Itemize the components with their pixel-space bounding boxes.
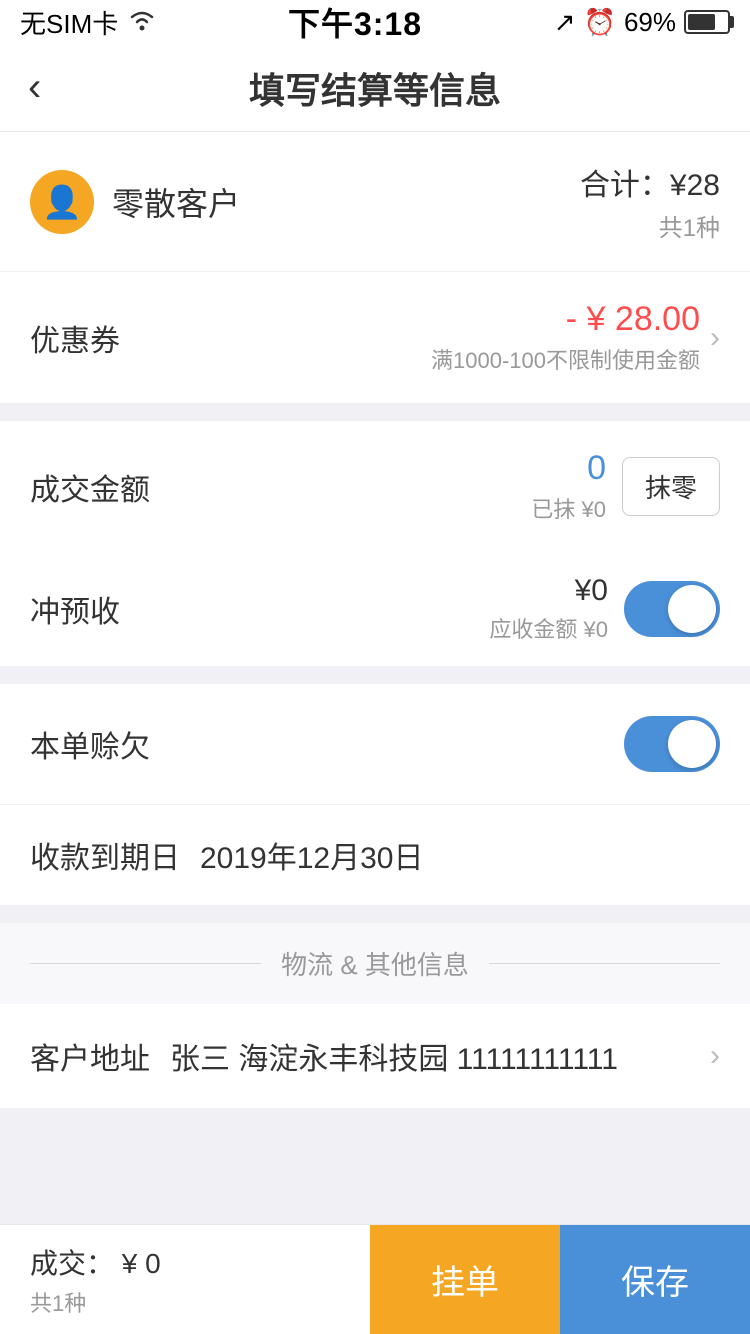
transaction-row: 成交金额 0 已抹 ¥0 抹零 <box>0 421 750 552</box>
customer-row: 👤 零散客户 合计：¥28 共1种 <box>0 132 750 271</box>
coupon-row[interactable]: 优惠券 - ¥ 28.00 满1000-100不限制使用金额 › <box>0 271 750 403</box>
location-icon: ↗ <box>554 7 576 38</box>
customer-name: 零散客户 <box>112 179 240 225</box>
bottom-deal-label: 成交： <box>30 1248 114 1279</box>
transaction-sub: 已抹 ¥0 <box>531 492 606 524</box>
nav-bar: ‹ 填写结算等信息 <box>0 44 750 132</box>
debt-toggle-knob <box>668 720 716 768</box>
back-button[interactable]: ‹ <box>28 65 41 110</box>
debt-row: 本单赊欠 <box>0 684 750 804</box>
advance-right: ¥0 应收金额 ¥0 <box>489 574 720 644</box>
address-label: 客户地址 <box>30 1034 150 1078</box>
battery-icon <box>684 10 730 34</box>
address-chevron-icon: › <box>710 1039 720 1073</box>
main-content: 👤 零散客户 合计：¥28 共1种 优惠券 - ¥ 28.00 满1000-10… <box>0 132 750 1326</box>
address-row[interactable]: 客户地址 张三 海淀永丰科技园 11111111111 › <box>0 1004 750 1108</box>
debt-section: 本单赊欠 收款到期日 2019年12月30日 <box>0 684 750 905</box>
advance-row: 冲预收 ¥0 应收金额 ¥0 <box>0 552 750 666</box>
due-date-row: 收款到期日 2019年12月30日 <box>0 804 750 905</box>
customer-right: 合计：¥28 共1种 <box>580 160 720 243</box>
battery-percent: 69% <box>624 7 676 38</box>
customer-section: 👤 零散客户 合计：¥28 共1种 优惠券 - ¥ 28.00 满1000-10… <box>0 132 750 403</box>
alarm-icon: ⏰ <box>584 7 616 38</box>
debt-label: 本单赊欠 <box>30 722 150 766</box>
bottom-summary: 成交： ¥ 0 共1种 <box>0 1242 370 1318</box>
logistics-line-right <box>489 963 720 964</box>
logistics-line-left <box>30 963 261 964</box>
coupon-info: - ¥ 28.00 满1000-100不限制使用金额 <box>431 300 700 375</box>
total-amount: 合计：¥28 <box>580 160 720 204</box>
page-title: 填写结算等信息 <box>249 62 501 114</box>
advance-info: ¥0 应收金额 ¥0 <box>489 574 608 644</box>
due-date-label: 收款到期日 <box>30 833 180 877</box>
due-date-value: 2019年12月30日 <box>200 833 423 877</box>
bottom-bar: 成交： ¥ 0 共1种 挂单 保存 <box>0 1224 750 1334</box>
transaction-section: 成交金额 0 已抹 ¥0 抹零 冲预收 ¥0 应收金额 ¥0 <box>0 421 750 666</box>
coupon-discount: - ¥ 28.00 <box>431 300 700 339</box>
debt-toggle[interactable] <box>624 716 720 772</box>
total-count: 共1种 <box>580 208 720 243</box>
coupon-right: - ¥ 28.00 满1000-100不限制使用金额 › <box>431 300 720 375</box>
avatar-icon: 👤 <box>42 183 82 221</box>
transaction-amount[interactable]: 0 <box>587 449 606 487</box>
advance-toggle-knob <box>668 585 716 633</box>
advance-label: 冲预收 <box>30 587 120 631</box>
bottom-count: 共1种 <box>30 1286 340 1318</box>
advance-sub: 应收金额 ¥0 <box>489 612 608 644</box>
status-right: ↗ ⏰ 69% <box>554 7 730 38</box>
address-value: 张三 海淀永丰科技园 11111111111 <box>170 1034 710 1078</box>
customer-avatar: 👤 <box>30 170 94 234</box>
save-button[interactable]: 保存 <box>560 1225 750 1334</box>
logistics-label: 物流 & 其他信息 <box>281 945 469 982</box>
wifi-icon <box>128 7 156 38</box>
status-left: 无SIM卡 <box>20 4 156 41</box>
status-bar: 无SIM卡 下午3:18 ↗ ⏰ 69% <box>0 0 750 44</box>
bottom-deal-amount: ¥ 0 <box>122 1248 161 1279</box>
round-zero-button[interactable]: 抹零 <box>622 457 720 516</box>
hang-button[interactable]: 挂单 <box>370 1225 560 1334</box>
no-sim-text: 无SIM卡 <box>20 4 118 41</box>
bottom-deal: 成交： ¥ 0 <box>30 1242 340 1282</box>
logistics-section: 物流 & 其他信息 客户地址 张三 海淀永丰科技园 11111111111 › <box>0 923 750 1108</box>
coupon-label: 优惠券 <box>30 316 120 360</box>
coupon-chevron-icon: › <box>710 321 720 355</box>
advance-toggle[interactable] <box>624 581 720 637</box>
logistics-header: 物流 & 其他信息 <box>0 923 750 1004</box>
customer-left: 👤 零散客户 <box>30 170 240 234</box>
transaction-label: 成交金额 <box>30 465 150 509</box>
status-time: 下午3:18 <box>288 0 422 45</box>
bottom-actions: 挂单 保存 <box>370 1225 750 1334</box>
coupon-desc: 满1000-100不限制使用金额 <box>431 343 700 375</box>
advance-amount: ¥0 <box>489 574 608 608</box>
transaction-right: 0 已抹 ¥0 抹零 <box>531 449 720 524</box>
